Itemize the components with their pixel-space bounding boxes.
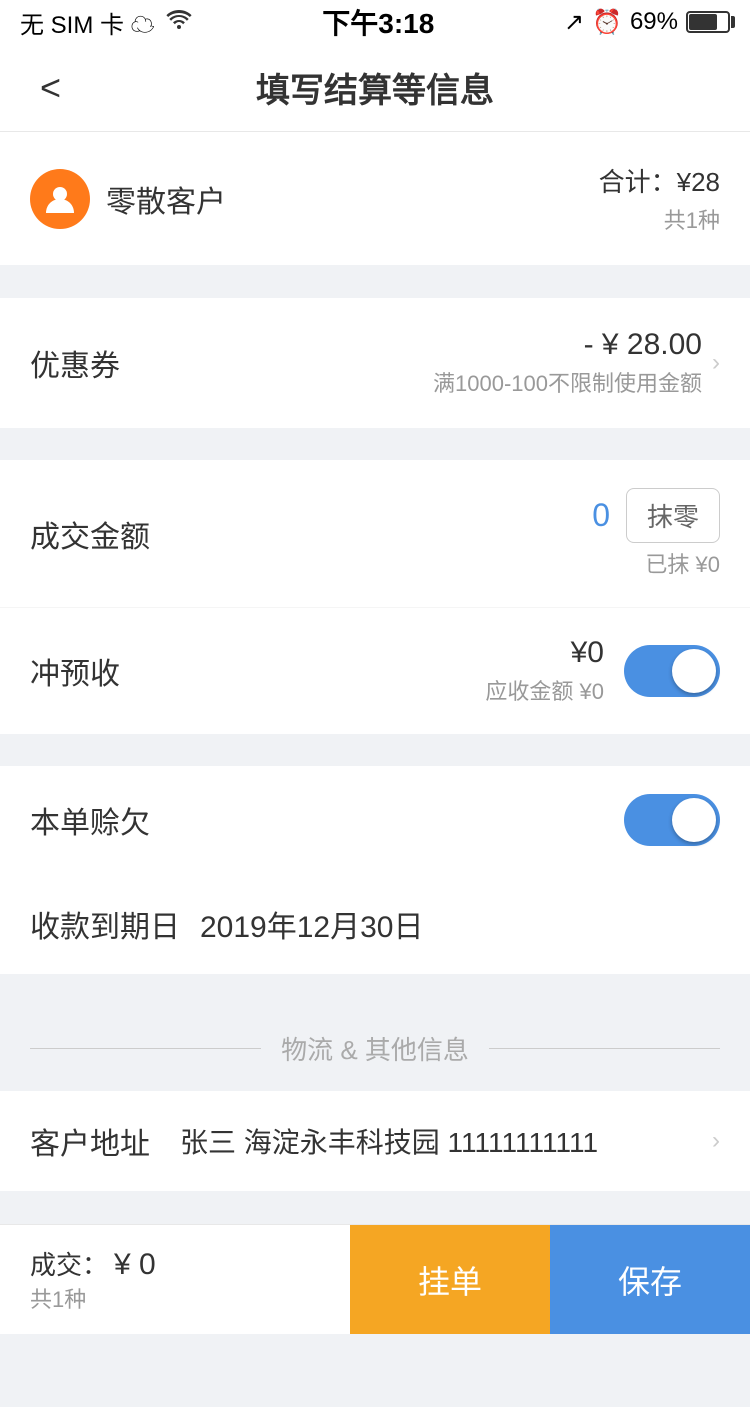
transaction-amount-input[interactable] xyxy=(530,497,610,534)
address-row[interactable]: 客户地址 张三 海淀永丰科技园 11111111111 › xyxy=(0,1091,750,1191)
status-left: 无 SIM 卡 ☁ xyxy=(20,5,193,40)
bottom-summary-title: 成交： xyxy=(30,1245,108,1282)
bottom-bar: 成交： ¥ 0 共1种 挂单 保存 xyxy=(0,1224,750,1334)
pre-receive-label: 冲预收 xyxy=(30,649,120,693)
location-icon: ↗ xyxy=(564,8,584,37)
status-right: ↗ ⏰ 69% xyxy=(564,8,730,37)
pre-receive-toggle[interactable] xyxy=(624,645,720,697)
address-section[interactable]: 客户地址 张三 海淀永丰科技园 11111111111 › xyxy=(0,1091,750,1191)
already-zeroed-label: 已抹 ¥0 xyxy=(530,547,720,579)
battery-icon xyxy=(686,11,730,33)
address-label: 客户地址 xyxy=(30,1119,150,1163)
nav-bar: < 填写结算等信息 xyxy=(0,44,750,132)
coupon-label: 优惠券 xyxy=(30,341,120,385)
bottom-summary: 成交： ¥ 0 共1种 xyxy=(0,1225,350,1334)
coupon-section[interactable]: 优惠券 - ¥ 28.00 满1000-100不限制使用金额 › xyxy=(0,298,750,428)
coupon-row[interactable]: 优惠券 - ¥ 28.00 满1000-100不限制使用金额 › xyxy=(0,298,750,428)
back-button[interactable]: < xyxy=(30,57,71,119)
coupon-discount: - ¥ 28.00 xyxy=(433,328,702,362)
debit-section: 本单赊欠 收款到期日 2019年12月30日 xyxy=(0,766,750,974)
due-date-value: 2019年12月30日 xyxy=(200,902,423,946)
pre-receive-main-amount: ¥0 xyxy=(485,636,604,670)
address-value: 张三 海淀永丰科技园 11111111111 xyxy=(180,1121,712,1161)
avatar xyxy=(30,169,90,229)
status-time: 下午3:18 xyxy=(322,2,434,42)
hold-button[interactable]: 挂单 xyxy=(350,1225,550,1334)
customer-left: 零散客户 xyxy=(30,169,226,229)
transaction-section: 成交金额 抹零 已抹 ¥0 冲预收 ¥0 应收金额 ¥0 xyxy=(0,460,750,734)
debit-label: 本单赊欠 xyxy=(30,798,150,842)
debit-toggle-knob xyxy=(672,798,716,842)
pre-receive-right: ¥0 应收金额 ¥0 xyxy=(485,636,720,706)
chevron-right-icon: › xyxy=(712,349,720,377)
due-date-row: 收款到期日 2019年12月30日 xyxy=(0,874,750,974)
customer-section: 零散客户 合计：¥28 共1种 xyxy=(0,132,750,266)
debit-row: 本单赊欠 xyxy=(0,766,750,874)
coupon-right: - ¥ 28.00 满1000-100不限制使用金额 › xyxy=(433,328,720,398)
pre-receive-sub-amount: 应收金额 ¥0 xyxy=(485,674,604,706)
toggle-knob xyxy=(672,649,716,693)
bottom-summary-amount: ¥ 0 xyxy=(114,1248,156,1282)
debit-toggle[interactable] xyxy=(624,794,720,846)
total-amount: 合计：¥28 xyxy=(599,162,720,199)
pre-receive-row: 冲预收 ¥0 应收金额 ¥0 xyxy=(0,608,750,734)
item-count: 共1种 xyxy=(599,203,720,235)
transaction-value-area: 抹零 xyxy=(530,488,720,543)
pre-receive-amounts: ¥0 应收金额 ¥0 xyxy=(485,636,604,706)
logistics-header-label: 物流 & 其他信息 xyxy=(281,1030,469,1067)
no-sim-label: 无 SIM 卡 ☁ xyxy=(20,5,155,40)
logistics-section-header: 物流 & 其他信息 xyxy=(0,1006,750,1091)
bottom-summary-count: 共1种 xyxy=(30,1282,350,1314)
coupon-description: 满1000-100不限制使用金额 xyxy=(433,366,702,398)
address-chevron-icon: › xyxy=(712,1127,720,1155)
round-zero-button[interactable]: 抹零 xyxy=(626,488,720,543)
page-title: 填写结算等信息 xyxy=(256,63,494,112)
bottom-summary-row: 成交： ¥ 0 xyxy=(30,1245,350,1282)
wifi-icon xyxy=(165,8,193,36)
alarm-icon: ⏰ xyxy=(592,8,622,37)
due-date-label: 收款到期日 xyxy=(30,902,180,946)
customer-row: 零散客户 合计：¥28 共1种 xyxy=(0,132,750,266)
status-bar: 无 SIM 卡 ☁ 下午3:18 ↗ ⏰ 69% xyxy=(0,0,750,44)
transaction-label: 成交金额 xyxy=(30,512,150,556)
customer-summary: 合计：¥28 共1种 xyxy=(599,162,720,235)
transaction-amount-row: 成交金额 抹零 已抹 ¥0 xyxy=(0,460,750,608)
save-button[interactable]: 保存 xyxy=(550,1225,750,1334)
customer-name: 零散客户 xyxy=(106,177,226,221)
battery-percent: 69% xyxy=(630,8,678,36)
